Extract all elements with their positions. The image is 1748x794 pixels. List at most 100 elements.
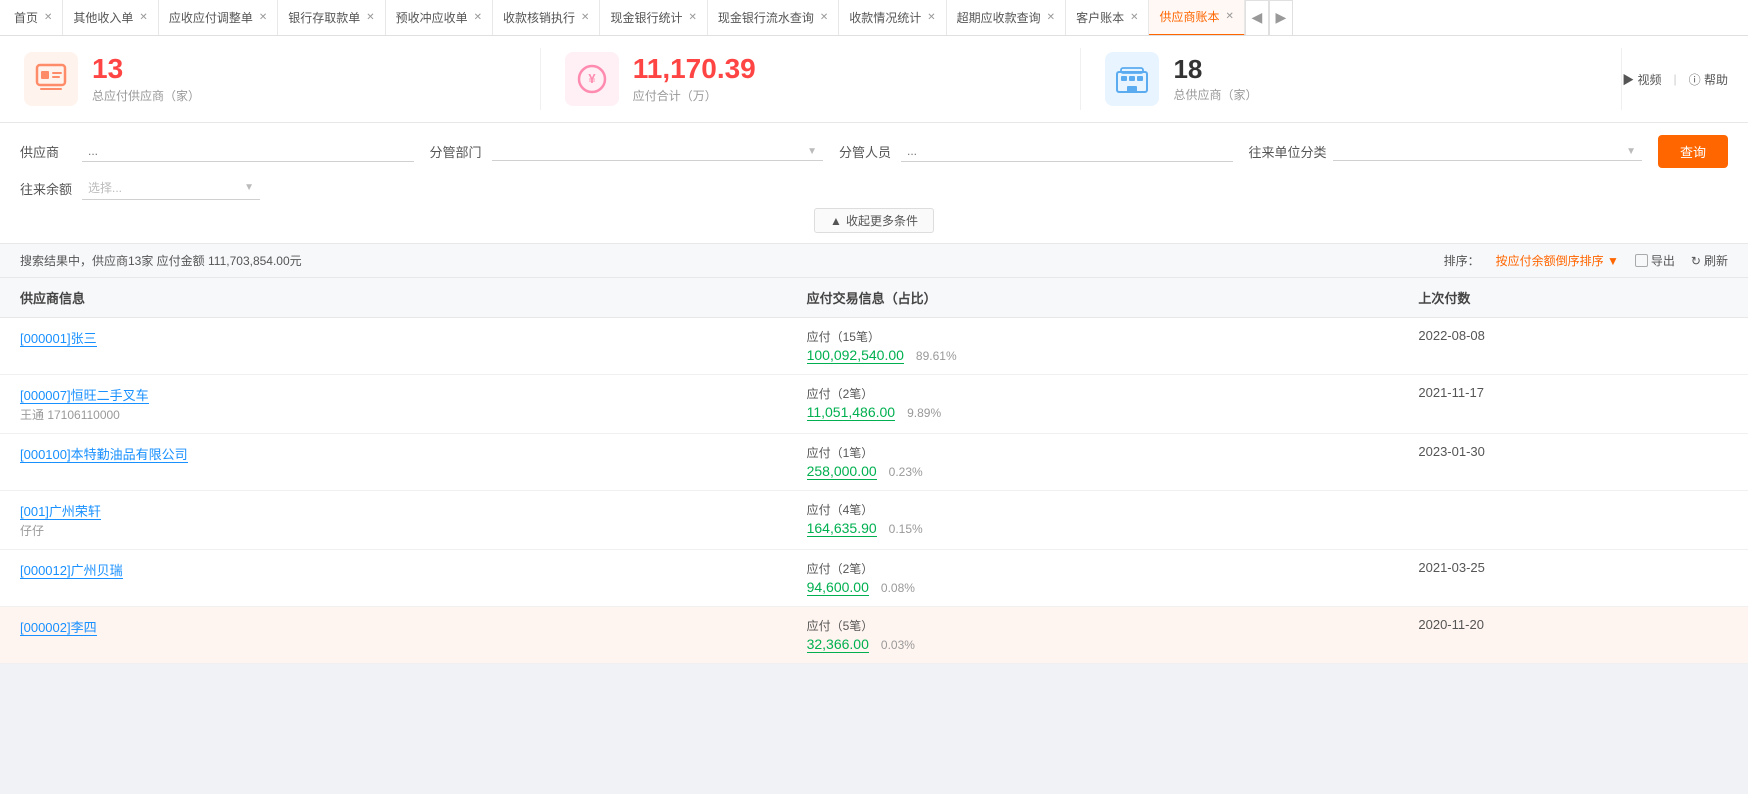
result-bar: 搜索结果中，供应商13家 应付金额 111,703,854.00元 排序： 按应… (0, 244, 1748, 278)
collapse-label: 收起更多条件 (846, 212, 918, 229)
nav-tab-10-close[interactable]: ✕ (1130, 12, 1138, 23)
filter-area: 供应商 分管部门 ▼ 分管人员 往来单位分类 ▼ (0, 123, 1748, 244)
nav-tab-2-close[interactable]: ✕ (259, 12, 267, 23)
payable-percent: 0.15% (889, 522, 923, 536)
filter-item-balance: 往来余额 选择... ▼ (20, 176, 260, 200)
payable-amount[interactable]: 11,051,486.00 (807, 404, 896, 421)
last-pay-cell: 2021-03-25 (1398, 550, 1748, 607)
supplier-info-cell: [000012]广州贝瑞 (0, 550, 787, 607)
nav-tab-8-close[interactable]: ✕ (927, 12, 935, 23)
nav-tab-home-label: 首页 (14, 9, 38, 26)
dept-select[interactable]: ▼ (492, 143, 824, 161)
last-pay-date: 2021-11-17 (1418, 385, 1484, 400)
nav-tab-7-label: 现金银行流水查询 (718, 9, 814, 26)
help-link[interactable]: ⓘ 帮助 (1689, 71, 1728, 88)
col-payable-info: 应付交易信息（占比） (787, 278, 1399, 318)
supplier-input[interactable] (82, 141, 414, 162)
collapse-button[interactable]: ▲ 收起更多条件 (814, 208, 934, 233)
balance-placeholder: 选择... (88, 179, 122, 196)
payable-amount[interactable]: 32,366.00 (807, 636, 869, 653)
query-button[interactable]: 查询 (1658, 135, 1728, 168)
supplier-link[interactable]: [000001]张三 (20, 331, 97, 347)
summary-card-total-payable: ¥ 11,170.39 应付合计（万） (541, 48, 1082, 110)
payable-amount[interactable]: 164,635.90 (807, 520, 877, 537)
supplier-link[interactable]: [000012]广州贝瑞 (20, 563, 123, 579)
payable-amount[interactable]: 258,000.00 (807, 463, 877, 480)
supplier-info-cell: [000001]张三 (0, 318, 787, 375)
payable-info-cell: 应付（1笔）258,000.000.23% (787, 434, 1399, 491)
nav-tab-6-close[interactable]: ✕ (688, 12, 696, 23)
last-pay-cell: 2023-01-30 (1398, 434, 1748, 491)
nav-tab-5-close[interactable]: ✕ (581, 12, 589, 23)
nav-tab-1-label: 其他收入单 (73, 9, 133, 26)
summary-bar: 13 总应付供应商（家） ¥ 11,170.39 应付合计（万） (0, 36, 1748, 123)
nav-tab-4[interactable]: 预收冲应收单 ✕ (386, 0, 493, 36)
payable-percent: 89.61% (916, 349, 957, 363)
payable-label: 应付（2笔） (807, 560, 1379, 577)
payable-amount[interactable]: 100,092,540.00 (807, 347, 904, 364)
refresh-icon: ↻ (1691, 254, 1701, 268)
nav-tab-1-close[interactable]: ✕ (139, 12, 147, 23)
supplier-link[interactable]: [000002]李四 (20, 620, 97, 636)
nav-tab-11[interactable]: 供应商账本 ✕ (1149, 0, 1244, 36)
category-select[interactable]: ▼ (1333, 143, 1642, 161)
video-link[interactable]: ▶ 视频 (1622, 71, 1661, 88)
nav-tab-3-close[interactable]: ✕ (366, 12, 374, 23)
person-input[interactable] (901, 141, 1233, 162)
balance-filter-label: 往来余额 (20, 179, 76, 198)
nav-tab-home-close[interactable]: ✕ (44, 12, 52, 23)
last-pay-cell (1398, 491, 1748, 550)
result-right: 排序： 按应付余额倒序排序 ▼ 导出 ↻ 刷新 (1444, 252, 1728, 269)
separator: | (1674, 72, 1677, 86)
sort-value[interactable]: 按应付余额倒序排序 ▼ (1496, 252, 1619, 269)
last-pay-date: 2021-03-25 (1418, 560, 1485, 575)
table-row: [000100]本特勤油品有限公司应付（1笔）258,000.000.23%20… (0, 434, 1748, 491)
summary-card-total-suppliers: 18 总供应商（家） (1081, 48, 1622, 110)
payable-label: 应付（1笔） (807, 444, 1379, 461)
nav-tab-10[interactable]: 客户账本 ✕ (1066, 0, 1149, 36)
supplier-link[interactable]: [000007]恒旺二手叉车 (20, 388, 149, 404)
nav-tab-11-close[interactable]: ✕ (1225, 11, 1233, 22)
payable-info-cell: 应付（5笔）32,366.000.03% (787, 607, 1399, 664)
nav-tab-6[interactable]: 现金银行统计 ✕ (600, 0, 707, 36)
filter-item-dept: 分管部门 ▼ (430, 142, 824, 161)
summary-text-payable-suppliers: 13 总应付供应商（家） (92, 54, 200, 104)
last-pay-cell: 2021-11-17 (1398, 375, 1748, 434)
nav-tab-4-close[interactable]: ✕ (474, 12, 482, 23)
filter-item-person: 分管人员 (839, 141, 1233, 162)
last-pay-date: 2022-08-08 (1418, 328, 1485, 343)
last-pay-cell: 2022-08-08 (1398, 318, 1748, 375)
payable-percent: 0.03% (881, 638, 915, 652)
supplier-table: 供应商信息 应付交易信息（占比） 上次付数 [000001]张三应付（15笔）1… (0, 278, 1748, 664)
nav-tab-1[interactable]: 其他收入单 ✕ (63, 0, 158, 36)
supplier-sub-info: 王通 17106110000 (20, 406, 767, 423)
supplier-link[interactable]: [000100]本特勤油品有限公司 (20, 447, 188, 463)
supplier-info-cell: [000002]李四 (0, 607, 787, 664)
refresh-button[interactable]: ↻ 刷新 (1691, 252, 1728, 269)
nav-tab-3[interactable]: 银行存取款单 ✕ (278, 0, 385, 36)
export-button[interactable]: 导出 (1635, 252, 1675, 269)
nav-tab-3-label: 银行存取款单 (288, 9, 360, 26)
payable-amount[interactable]: 94,600.00 (807, 579, 869, 596)
nav-tab-4-label: 预收冲应收单 (396, 9, 468, 26)
table-row: [000007]恒旺二手叉车王通 17106110000应付（2笔）11,051… (0, 375, 1748, 434)
nav-tab-8[interactable]: 收款情况统计 ✕ (839, 0, 946, 36)
nav-tab-2[interactable]: 应收应付调整单 ✕ (159, 0, 278, 36)
supplier-info-cell: [000100]本特勤油品有限公司 (0, 434, 787, 491)
last-pay-date: 2020-11-20 (1418, 617, 1484, 632)
sort-label: 排序： (1444, 252, 1480, 269)
nav-tab-9[interactable]: 超期应收款查询 ✕ (947, 0, 1066, 36)
nav-tab-home[interactable]: 首页 ✕ (4, 0, 63, 36)
nav-tab-7-close[interactable]: ✕ (820, 12, 828, 23)
nav-tab-5[interactable]: 收款核销执行 ✕ (493, 0, 600, 36)
supplier-info-cell: [001]广州荣轩仔仔 (0, 491, 787, 550)
supplier-link[interactable]: [001]广州荣轩 (20, 504, 101, 520)
payable-suppliers-label: 总应付供应商（家） (92, 87, 200, 104)
balance-select[interactable]: 选择... ▼ (82, 176, 260, 200)
nav-prev-arrow[interactable]: ◀ (1245, 0, 1269, 36)
nav-tab-9-close[interactable]: ✕ (1047, 12, 1055, 23)
table-row: [000002]李四应付（5笔）32,366.000.03%2020-11-20 (0, 607, 1748, 664)
nav-next-arrow[interactable]: ▶ (1269, 0, 1293, 36)
nav-tab-7[interactable]: 现金银行流水查询 ✕ (708, 0, 839, 36)
content-area: 供应商信息 应付交易信息（占比） 上次付数 [000001]张三应付（15笔）1… (0, 278, 1748, 794)
